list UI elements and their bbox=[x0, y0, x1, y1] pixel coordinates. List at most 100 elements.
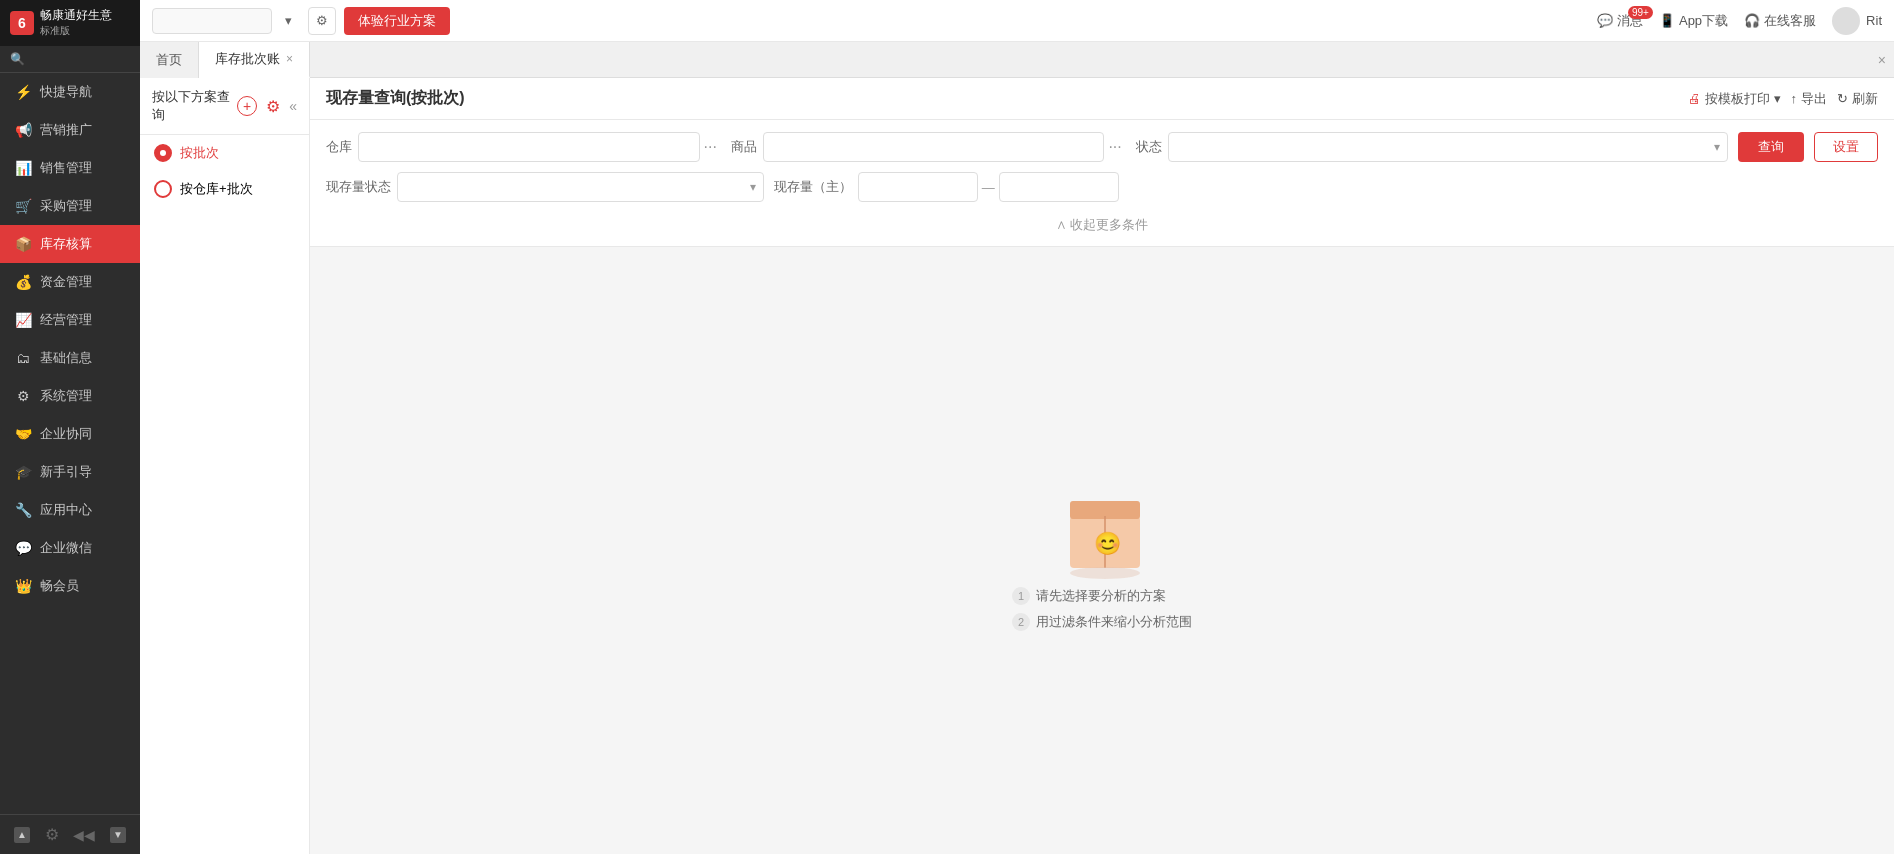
refresh-btn[interactable]: ↻ 刷新 bbox=[1837, 90, 1878, 108]
collapse-more-btn[interactable]: ∧ 收起更多条件 bbox=[326, 212, 1878, 234]
sidebar-search[interactable]: 🔍 bbox=[0, 46, 140, 73]
status-select[interactable] bbox=[1168, 132, 1728, 162]
sidebar-item-purchase[interactable]: 🛒 采购管理 bbox=[0, 187, 140, 225]
topbar-gear-btn[interactable]: ⚙ bbox=[308, 7, 336, 35]
empty-tip-2: 2 用过滤条件来缩小分析范围 bbox=[1012, 613, 1192, 631]
collapse-more-label: 收起更多条件 bbox=[1070, 217, 1148, 232]
query-btn[interactable]: 查询 bbox=[1738, 132, 1804, 162]
sidebar-footer: ▲ ⚙ ◀◀ ▼ bbox=[0, 814, 140, 854]
shortcuts-icon: ⚡ bbox=[14, 83, 32, 101]
collapse-sidebar-btn[interactable]: ◀◀ bbox=[73, 827, 95, 843]
message-badge: 99+ bbox=[1628, 6, 1653, 19]
topbar-user[interactable]: Rit bbox=[1832, 7, 1882, 35]
collapse-left-panel-btn[interactable]: « bbox=[289, 98, 297, 114]
status-label: 状态 bbox=[1136, 138, 1162, 156]
shortcuts-label: 快捷导航 bbox=[40, 83, 92, 101]
basic-icon: 🗂 bbox=[14, 349, 32, 367]
refresh-btn-label: 刷新 bbox=[1852, 90, 1878, 108]
scroll-up-btn[interactable]: ▲ bbox=[14, 827, 30, 843]
print-btn-label: 按模板打印 bbox=[1705, 90, 1770, 108]
basic-label: 基础信息 bbox=[40, 349, 92, 367]
collapse-up-icon: ∧ bbox=[1056, 217, 1067, 232]
sidebar-item-newuser[interactable]: 🎓 新手引导 bbox=[0, 453, 140, 491]
inventory-status-label: 现存量状态 bbox=[326, 178, 391, 196]
inventory-label: 库存核算 bbox=[40, 235, 92, 253]
newuser-icon: 🎓 bbox=[14, 463, 32, 481]
settings-icon[interactable]: ⚙ bbox=[45, 825, 59, 844]
sidebar-item-finance[interactable]: 💰 资金管理 bbox=[0, 263, 140, 301]
home-tab-label: 首页 bbox=[156, 51, 182, 69]
empty-tips: 1 请先选择要分析的方案 2 用过滤条件来缩小分析范围 bbox=[1012, 587, 1192, 631]
sidebar-item-inventory[interactable]: 📦 库存核算 bbox=[0, 225, 140, 263]
plan-settings-btn[interactable]: ⚙ bbox=[263, 96, 283, 116]
topbar-app-download[interactable]: 📱 App下载 bbox=[1659, 12, 1728, 30]
system-icon: ⚙ bbox=[14, 387, 32, 405]
sidebar-item-enterprise[interactable]: 🤝 企业协同 bbox=[0, 415, 140, 453]
topbar: ▾ ⚙ 体验行业方案 💬 消息 99+ 📱 App下载 🎧 在线客服 bbox=[140, 0, 1894, 42]
operations-icon: 📈 bbox=[14, 311, 32, 329]
topbar-messages[interactable]: 💬 消息 99+ bbox=[1597, 12, 1643, 30]
tab-inventory-batch[interactable]: 库存批次账 × bbox=[199, 42, 310, 78]
inventory-qty-from-input[interactable] bbox=[858, 172, 978, 202]
export-btn-label: 导出 bbox=[1801, 90, 1827, 108]
search-icon: 🔍 bbox=[10, 52, 25, 66]
purchase-icon: 🛒 bbox=[14, 197, 32, 215]
inventory-qty-to-input[interactable] bbox=[999, 172, 1119, 202]
topbar-search-input[interactable] bbox=[152, 8, 272, 34]
print-btn[interactable]: 🖨 按模板打印 ▾ bbox=[1688, 90, 1781, 108]
purchase-label: 采购管理 bbox=[40, 197, 92, 215]
topbar-online-service[interactable]: 🎧 在线客服 bbox=[1744, 12, 1816, 30]
empty-illustration: 😊 bbox=[1052, 471, 1152, 571]
username-label: Rit bbox=[1866, 13, 1882, 28]
topbar-search-area: ▾ bbox=[152, 8, 300, 34]
operations-label: 经营管理 bbox=[40, 311, 92, 329]
add-plan-btn[interactable]: + bbox=[237, 96, 257, 116]
wechat-label: 企业微信 bbox=[40, 539, 92, 557]
member-icon: 👑 bbox=[14, 577, 32, 595]
finance-icon: 💰 bbox=[14, 273, 32, 291]
warehouse-input[interactable] bbox=[358, 132, 700, 162]
plan-item-warehouse-batch[interactable]: 按仓库+批次 bbox=[140, 171, 309, 207]
settings-btn[interactable]: 设置 bbox=[1814, 132, 1878, 162]
sidebar-item-member[interactable]: 👑 畅会员 bbox=[0, 567, 140, 605]
close-all-tabs-btn[interactable]: × bbox=[1878, 52, 1886, 68]
inventory-status-select[interactable] bbox=[397, 172, 764, 202]
tab-close-btn[interactable]: × bbox=[286, 52, 293, 66]
sidebar-item-apps[interactable]: 🔧 应用中心 bbox=[0, 491, 140, 529]
product-input[interactable] bbox=[763, 132, 1105, 162]
sidebar-nav: ⚡ 快捷导航 📢 营销推广 📊 销售管理 🛒 采购管理 📦 库存核算 💰 资金管… bbox=[0, 73, 140, 814]
finance-label: 资金管理 bbox=[40, 273, 92, 291]
sidebar-item-system[interactable]: ⚙ 系统管理 bbox=[0, 377, 140, 415]
scroll-down-btn[interactable]: ▼ bbox=[110, 827, 126, 843]
page-title: 现存量查询(按批次) bbox=[326, 88, 465, 109]
tip-num-1: 1 bbox=[1012, 587, 1030, 605]
left-panel: 按以下方案查询 + ⚙ « bbox=[140, 78, 310, 854]
tab-home[interactable]: 首页 bbox=[140, 42, 199, 78]
app-company-name: 畅康通好生意 bbox=[40, 8, 112, 24]
plan-item-batch[interactable]: 按批次 bbox=[140, 135, 309, 171]
content-area: 按以下方案查询 + ⚙ « bbox=[140, 78, 1894, 854]
export-btn[interactable]: ↑ 导出 bbox=[1791, 90, 1828, 108]
topbar-dropdown-btn[interactable]: ▾ bbox=[276, 9, 300, 33]
sidebar-item-shortcuts[interactable]: ⚡ 快捷导航 bbox=[0, 73, 140, 111]
sidebar-item-basic[interactable]: 🗂 基础信息 bbox=[0, 339, 140, 377]
export-icon: ↑ bbox=[1791, 91, 1798, 106]
sidebar-item-sales[interactable]: 📊 销售管理 bbox=[0, 149, 140, 187]
trial-btn[interactable]: 体验行业方案 bbox=[344, 7, 450, 35]
product-more-btn[interactable]: ··· bbox=[1104, 138, 1125, 156]
filter-row-2: 现存量状态 ▾ 现存量（主） — bbox=[326, 172, 1878, 202]
member-label: 畅会员 bbox=[40, 577, 79, 595]
sidebar-item-marketing[interactable]: 📢 营销推广 bbox=[0, 111, 140, 149]
print-icon: 🖨 bbox=[1688, 91, 1701, 106]
tip-text-2: 用过滤条件来缩小分析范围 bbox=[1036, 613, 1192, 631]
sidebar-item-operations[interactable]: 📈 经营管理 bbox=[0, 301, 140, 339]
plan-query-label: 按以下方案查询 bbox=[152, 88, 237, 124]
wechat-icon: 💬 bbox=[14, 539, 32, 557]
sidebar-item-wechat[interactable]: 💬 企业微信 bbox=[0, 529, 140, 567]
warehouse-more-btn[interactable]: ··· bbox=[700, 138, 721, 156]
svg-text:😊: 😊 bbox=[1094, 530, 1122, 557]
print-dropdown-icon[interactable]: ▾ bbox=[1774, 91, 1781, 106]
refresh-icon: ↻ bbox=[1837, 91, 1848, 106]
product-label: 商品 bbox=[731, 138, 757, 156]
inventory-status-select-wrapper: ▾ bbox=[397, 172, 764, 202]
